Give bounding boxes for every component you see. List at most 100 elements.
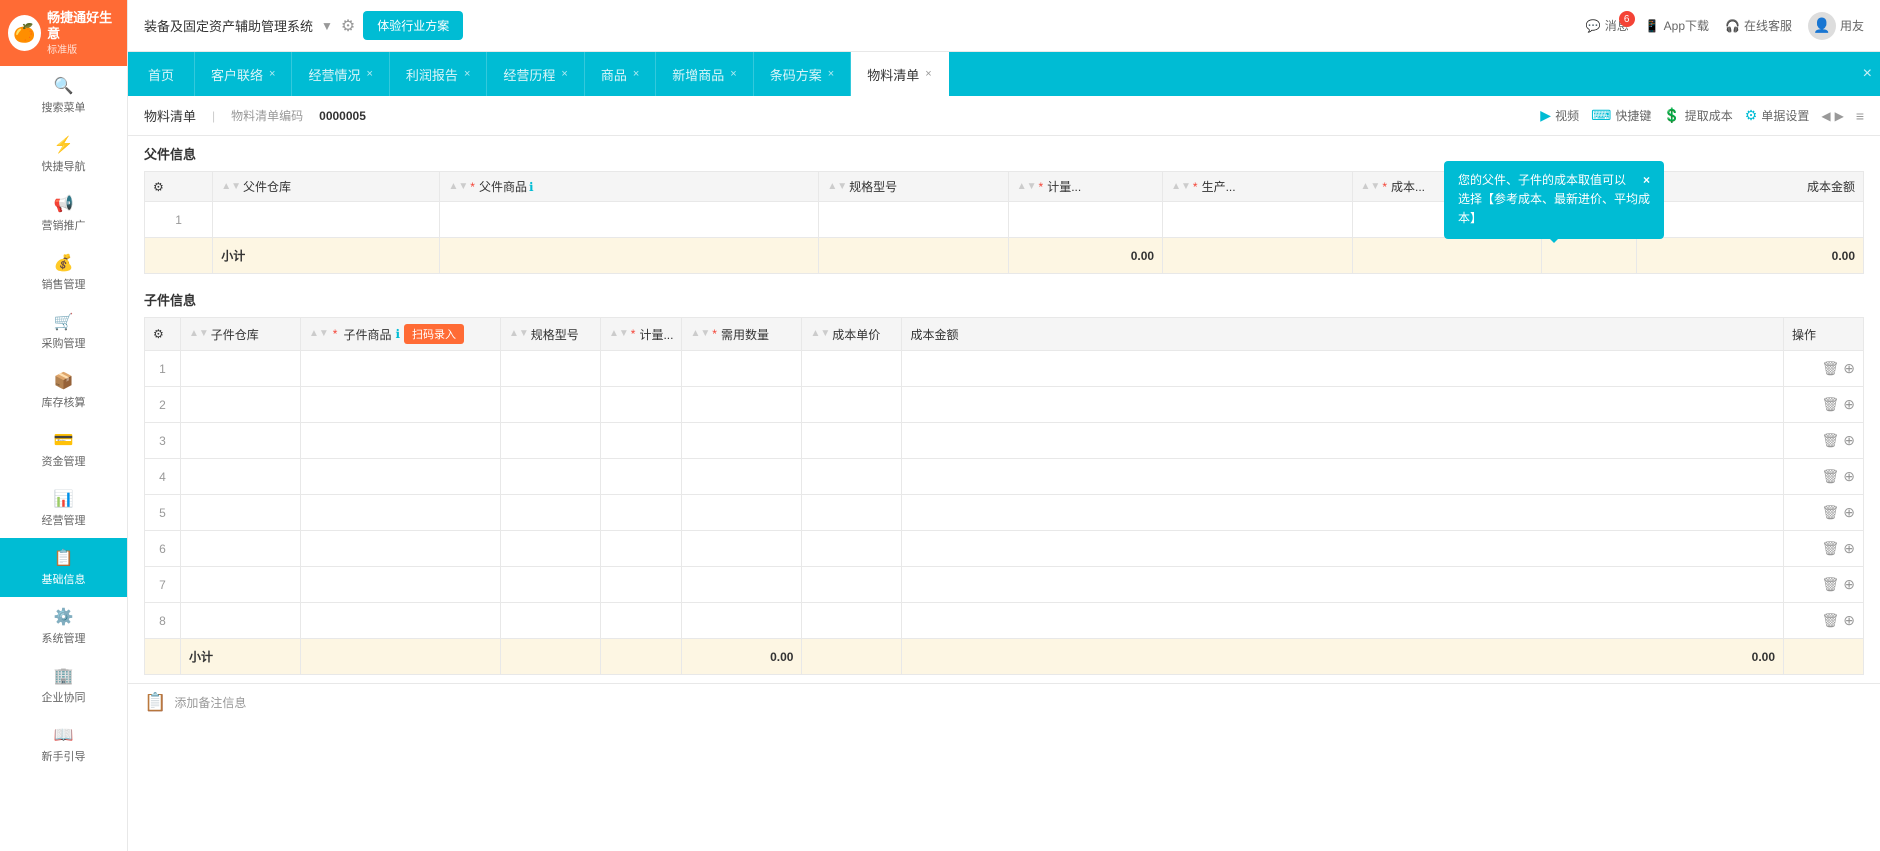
child-unit-cost-cell-4[interactable]	[802, 459, 902, 495]
child-goods-info-icon[interactable]: ℹ	[395, 327, 400, 341]
delete-icon-5[interactable]: 🗑	[1821, 504, 1839, 521]
sidebar-item-guide[interactable]: 📖新手引导	[0, 715, 127, 774]
sidebar-item-basic[interactable]: 📋基础信息	[0, 538, 127, 597]
nav-tab-customer[interactable]: 客户联络×	[195, 52, 292, 96]
view-action[interactable]: ▶ 视频	[1540, 107, 1579, 124]
child-unit-cell-4[interactable]	[601, 459, 682, 495]
tab-close-profit[interactable]: ×	[464, 68, 470, 80]
delete-icon-3[interactable]: 🗑	[1821, 432, 1839, 449]
child-warehouse-cell-8[interactable]	[181, 603, 301, 639]
child-goods-cell-3[interactable]	[301, 423, 501, 459]
sidebar-item-enterprise[interactable]: 🏢企业协同	[0, 656, 127, 715]
delete-icon-6[interactable]: 🗑	[1821, 540, 1839, 557]
sidebar-item-purchase[interactable]: 🛒采购管理	[0, 302, 127, 361]
child-req-qty-cell-3[interactable]	[682, 423, 802, 459]
tab-close-operation-status[interactable]: ×	[366, 68, 372, 80]
nav-tab-bom[interactable]: 物料清单×	[851, 52, 948, 96]
settings-icon[interactable]: ⚙	[341, 16, 355, 36]
tab-close-bom[interactable]: ×	[925, 68, 931, 80]
child-spec-cell-3[interactable]	[501, 423, 601, 459]
table-view-icon[interactable]: ≡	[1856, 108, 1864, 124]
child-spec-cell-7[interactable]	[501, 567, 601, 603]
tab-close-new-goods[interactable]: ×	[730, 68, 736, 80]
copy-icon-5[interactable]: ⊕	[1843, 504, 1855, 521]
child-spec-cell-5[interactable]	[501, 495, 601, 531]
nav-tab-goods[interactable]: 商品×	[585, 52, 656, 96]
child-warehouse-cell-7[interactable]	[181, 567, 301, 603]
child-warehouse-cell-6[interactable]	[181, 531, 301, 567]
child-unit-cell-2[interactable]	[601, 387, 682, 423]
sidebar-item-inventory[interactable]: 📦库存核算	[0, 361, 127, 420]
child-goods-cell-2[interactable]	[301, 387, 501, 423]
nav-tab-home[interactable]: 首页	[128, 52, 195, 96]
nav-tab-biz-history[interactable]: 经营历程×	[487, 52, 584, 96]
message-btn[interactable]: 💬 消息 6	[1586, 17, 1629, 34]
trial-button[interactable]: 体验行业方案	[363, 11, 463, 40]
child-unit-cost-cell-5[interactable]	[802, 495, 902, 531]
child-unit-cell-8[interactable]	[601, 603, 682, 639]
child-unit-cost-cell-8[interactable]	[802, 603, 902, 639]
sidebar-item-search[interactable]: 🔍搜索菜单	[0, 66, 127, 125]
sidebar-item-finance[interactable]: 💳资金管理	[0, 420, 127, 479]
copy-icon-7[interactable]: ⊕	[1843, 576, 1855, 593]
copy-icon-1[interactable]: ⊕	[1843, 360, 1855, 377]
child-warehouse-cell-4[interactable]	[181, 459, 301, 495]
child-req-qty-cell-7[interactable]	[682, 567, 802, 603]
child-req-qty-cell-6[interactable]	[682, 531, 802, 567]
sidebar-item-system[interactable]: ⚙️系统管理	[0, 597, 127, 656]
online-service-btn[interactable]: 🎧 在线客服	[1725, 17, 1792, 34]
prev-arrow[interactable]: ◀	[1821, 109, 1830, 123]
child-warehouse-cell-2[interactable]	[181, 387, 301, 423]
delete-icon-2[interactable]: 🗑	[1821, 396, 1839, 413]
child-unit-cell-3[interactable]	[601, 423, 682, 459]
delete-icon-1[interactable]: 🗑	[1821, 360, 1839, 377]
scan-button[interactable]: 扫码录入	[404, 324, 464, 344]
parent-goods-info-icon[interactable]: ℹ	[529, 180, 534, 194]
child-spec-cell-6[interactable]	[501, 531, 601, 567]
child-req-qty-cell-5[interactable]	[682, 495, 802, 531]
child-req-qty-cell-4[interactable]	[682, 459, 802, 495]
copy-icon-8[interactable]: ⊕	[1843, 612, 1855, 629]
parent-unit-cell[interactable]	[1008, 202, 1162, 238]
child-unit-cost-cell-2[interactable]	[802, 387, 902, 423]
delete-icon-4[interactable]: 🗑	[1821, 468, 1839, 485]
child-goods-cell-8[interactable]	[301, 603, 501, 639]
child-goods-cell-4[interactable]	[301, 459, 501, 495]
tooltip-close-btn[interactable]: ×	[1643, 171, 1650, 190]
parent-prod-cell[interactable]	[1163, 202, 1352, 238]
child-req-qty-cell-8[interactable]	[682, 603, 802, 639]
app-download-btn[interactable]: 📱 App下载	[1645, 17, 1709, 34]
sidebar-item-operation[interactable]: 📊经营管理	[0, 479, 127, 538]
child-unit-cost-cell-7[interactable]	[802, 567, 902, 603]
child-unit-cell-1[interactable]	[601, 351, 682, 387]
copy-icon-2[interactable]: ⊕	[1843, 396, 1855, 413]
user-btn[interactable]: 👤 用友	[1808, 12, 1864, 40]
sidebar-item-marketing[interactable]: 📢营销推广	[0, 184, 127, 243]
delete-icon-8[interactable]: 🗑	[1821, 612, 1839, 629]
next-arrow[interactable]: ▶	[1835, 109, 1844, 123]
child-spec-cell-2[interactable]	[501, 387, 601, 423]
child-unit-cell-6[interactable]	[601, 531, 682, 567]
child-warehouse-cell-1[interactable]	[181, 351, 301, 387]
tab-close-barcode[interactable]: ×	[828, 68, 834, 80]
cost-action[interactable]: 💲 提取成本	[1663, 107, 1732, 124]
child-warehouse-cell-3[interactable]	[181, 423, 301, 459]
delete-icon-7[interactable]: 🗑	[1821, 576, 1839, 593]
parent-warehouse-cell[interactable]	[213, 202, 440, 238]
child-goods-cell-6[interactable]	[301, 531, 501, 567]
sidebar-item-quick-nav[interactable]: ⚡快捷导航	[0, 125, 127, 184]
parent-goods-cell[interactable]	[440, 202, 819, 238]
system-dropdown-icon[interactable]: ▼	[321, 19, 333, 33]
nav-tab-operation-status[interactable]: 经营情况×	[292, 52, 389, 96]
child-unit-cell-7[interactable]	[601, 567, 682, 603]
child-goods-cell-7[interactable]	[301, 567, 501, 603]
child-col-settings-icon[interactable]: ⚙	[153, 327, 164, 341]
shortcut-action[interactable]: ⌨ 快捷键	[1591, 107, 1651, 124]
nav-tab-profit[interactable]: 利润报告×	[390, 52, 487, 96]
child-req-qty-cell-2[interactable]	[682, 387, 802, 423]
tab-close-customer[interactable]: ×	[269, 68, 275, 80]
doc-settings-action[interactable]: ⚙ 单据设置	[1745, 107, 1810, 124]
child-spec-cell-1[interactable]	[501, 351, 601, 387]
child-unit-cell-5[interactable]	[601, 495, 682, 531]
child-spec-cell-8[interactable]	[501, 603, 601, 639]
